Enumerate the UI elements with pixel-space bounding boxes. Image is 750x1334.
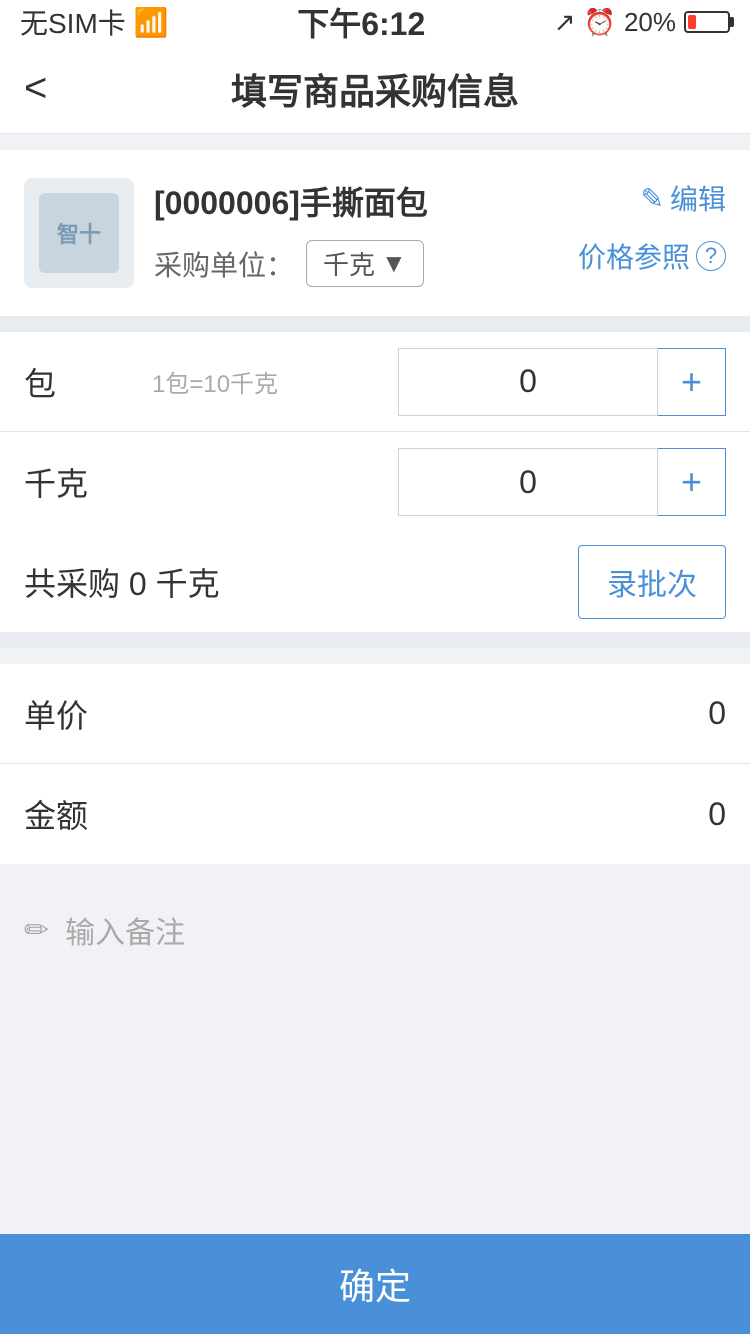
- amount-row: 金额 0: [0, 764, 750, 864]
- kg-qty-control: +: [398, 448, 726, 516]
- page-title: 填写商品采购信息: [231, 63, 519, 115]
- carrier-label: 无SIM卡: [20, 2, 126, 42]
- kg-label: 千克: [24, 459, 144, 505]
- confirm-bar[interactable]: 确定: [0, 1234, 750, 1334]
- bao-plus-button[interactable]: +: [658, 348, 726, 416]
- section-divider-2: [0, 632, 750, 648]
- edit-button[interactable]: ✎ 编辑: [641, 178, 726, 218]
- product-unit-row: 采购单位： 千克 ▼: [154, 240, 558, 287]
- unit-dropdown[interactable]: 千克 ▼: [306, 240, 424, 287]
- kg-plus-button[interactable]: +: [658, 448, 726, 516]
- back-button[interactable]: <: [24, 66, 47, 111]
- wifi-icon: 📶: [134, 6, 169, 39]
- unit-label: 采购单位：: [154, 244, 294, 284]
- status-bar: 无SIM卡 📶 下午6:12 ↗ ⏰ 20%: [0, 0, 750, 44]
- product-card: 智十 [0000006]手撕面包 采购单位： 千克 ▼ ✎ 编辑 价格参照 ?: [0, 150, 750, 316]
- section-divider-1: [0, 316, 750, 332]
- status-bar-left: 无SIM卡 📶: [20, 2, 169, 42]
- product-actions: ✎ 编辑 价格参照 ?: [578, 178, 726, 276]
- total-row: 共采购 0 千克 录批次: [0, 532, 750, 632]
- kg-qty-input[interactable]: [398, 448, 658, 516]
- location-icon: ↗: [554, 7, 576, 38]
- input-section: 包 1包=10千克 + 千克 +: [0, 332, 750, 532]
- unit-price-label: 单价: [24, 691, 88, 737]
- product-name: [0000006]手撕面包: [154, 178, 558, 224]
- total-label: 共采购 0 千克: [24, 559, 578, 605]
- bao-input-row: 包 1包=10千克 +: [0, 332, 750, 432]
- battery-pct-label: 20%: [624, 7, 676, 38]
- product-image: 智十: [24, 178, 134, 288]
- battery-icon: [684, 11, 730, 33]
- product-info: [0000006]手撕面包 采购单位： 千克 ▼: [154, 178, 558, 287]
- amount-label: 金额: [24, 791, 88, 837]
- remark-placeholder: 输入备注: [65, 908, 185, 952]
- info-icon: ?: [696, 241, 726, 271]
- bao-qty-control: +: [398, 348, 726, 416]
- price-section: 单价 0 金额 0: [0, 664, 750, 864]
- kg-input-row: 千克 +: [0, 432, 750, 532]
- edit-icon: ✎: [641, 182, 664, 215]
- remark-section[interactable]: ✏ 输入备注: [0, 880, 750, 980]
- unit-price-value: 0: [708, 695, 726, 732]
- bao-sublabel: 1包=10千克: [152, 364, 398, 399]
- price-ref-button[interactable]: 价格参照 ?: [578, 236, 726, 276]
- record-batch-button[interactable]: 录批次: [578, 545, 726, 619]
- alarm-icon: ⏰: [584, 7, 616, 38]
- time-label: 下午6:12: [297, 0, 425, 45]
- bao-label: 包: [24, 359, 144, 405]
- unit-price-row: 单价 0: [0, 664, 750, 764]
- nav-bar: < 填写商品采购信息: [0, 44, 750, 134]
- pencil-icon: ✏: [24, 913, 49, 948]
- chevron-down-icon: ▼: [381, 248, 407, 279]
- status-bar-right: ↗ ⏰ 20%: [554, 7, 730, 38]
- product-logo: 智十: [39, 193, 119, 273]
- bao-qty-input[interactable]: [398, 348, 658, 416]
- amount-value: 0: [708, 796, 726, 833]
- confirm-label: 确定: [339, 1258, 411, 1310]
